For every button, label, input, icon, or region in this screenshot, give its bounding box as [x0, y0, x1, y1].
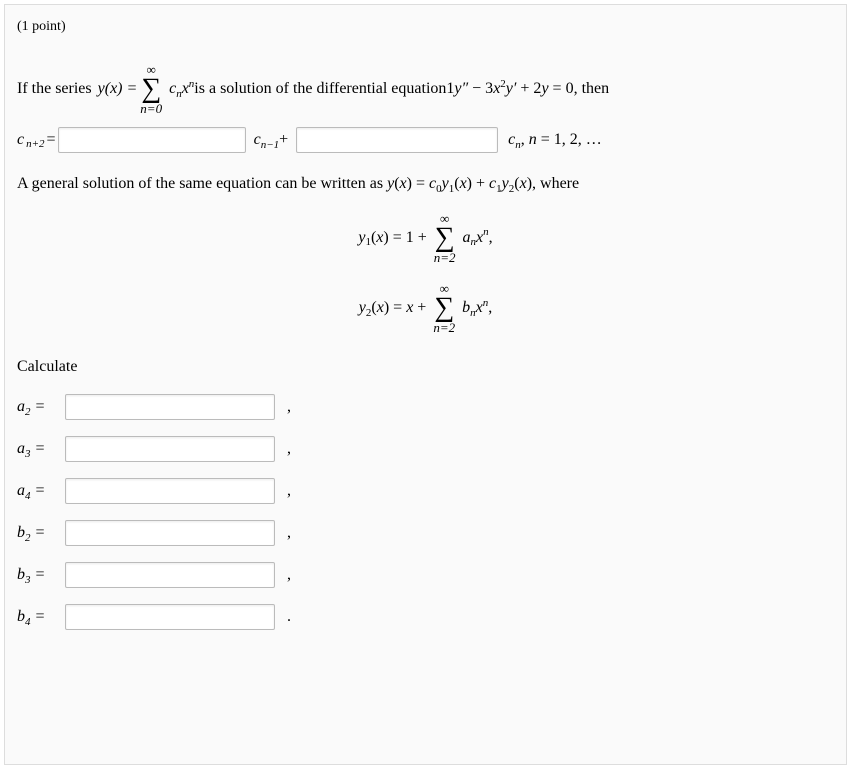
input-a4[interactable]	[65, 478, 275, 504]
sum-symbol: ∞ ∑ n=0	[140, 63, 162, 115]
suffix-b2: ,	[287, 524, 291, 542]
sum-bottom: n=0	[140, 102, 162, 115]
recurrence-input-2[interactable]	[296, 127, 498, 153]
label-a4: a4 =	[17, 482, 57, 500]
suffix-a4: ,	[287, 482, 291, 500]
sigma-icon: ∑	[141, 76, 161, 101]
row-a2: a2 = ,	[17, 394, 834, 420]
row-a4: a4 = ,	[17, 478, 834, 504]
row-b4: b4 = .	[17, 604, 834, 630]
recurrence-input-1[interactable]	[58, 127, 246, 153]
input-b4[interactable]	[65, 604, 275, 630]
label-a3: a3 =	[17, 440, 57, 458]
recurrence-line: cn+2 = cn−1+ cn, n = 1, 2, …	[17, 127, 834, 153]
series-lhs: y(x) =	[98, 78, 138, 100]
label-b2: b2 =	[17, 524, 57, 542]
intro-mid: is a solution of the differential equati…	[194, 78, 446, 100]
intro-suffix: , then	[574, 78, 610, 100]
intro-prefix: If the series	[17, 78, 92, 100]
label-b3: b3 =	[17, 566, 57, 584]
rec-plus: +	[279, 131, 288, 148]
sum-bot-y1: n=2	[434, 251, 456, 264]
input-b2[interactable]	[65, 520, 275, 546]
points-header: (1 point)	[17, 19, 834, 35]
label-b4: b4 =	[17, 608, 57, 626]
rec-lhs-c: c	[17, 131, 24, 149]
sigma-icon: ∑	[435, 225, 455, 250]
gensol-suffix: , where	[532, 175, 579, 192]
row-b3: b3 = ,	[17, 562, 834, 588]
suffix-b3: ,	[287, 566, 291, 584]
input-a3[interactable]	[65, 436, 275, 462]
rec-end-sub: n	[515, 139, 521, 151]
suffix-a2: ,	[287, 398, 291, 416]
y1-equation: y1(x) = 1 + ∞ ∑ n=2 anxn,	[17, 212, 834, 264]
general-solution-line: A general solution of the same equation …	[17, 173, 834, 195]
input-b3[interactable]	[65, 562, 275, 588]
intro-line: If the series y(x) = ∞ ∑ n=0 cnxn is a s…	[17, 63, 834, 115]
rec-mid-c: c	[254, 131, 261, 148]
suffix-b4: .	[287, 608, 291, 626]
rec-equals: =	[47, 131, 56, 149]
suffix-a3: ,	[287, 440, 291, 458]
row-a3: a3 = ,	[17, 436, 834, 462]
sum-symbol-y1: ∞ ∑ n=2	[434, 212, 456, 264]
y2-equation: y2(x) = x + ∞ ∑ n=2 bnxn,	[17, 282, 834, 334]
gensol-eq: y(x) = c0y1(x) + c1y2(x)	[387, 175, 532, 192]
label-a2: a2 =	[17, 398, 57, 416]
row-b2: b2 = ,	[17, 520, 834, 546]
c-sub: n	[176, 88, 182, 100]
sigma-icon: ∑	[434, 295, 454, 320]
rec-lhs-sub: n+2	[26, 138, 44, 150]
input-a2[interactable]	[65, 394, 275, 420]
sum-bot-y2: n=2	[433, 321, 455, 334]
calculate-label: Calculate	[17, 356, 834, 378]
x-var: x	[182, 80, 189, 97]
de-equation: 1y″ − 3x2y′ + 2y = 0	[446, 78, 573, 100]
problem-container: (1 point) If the series y(x) = ∞ ∑ n=0 c…	[4, 4, 847, 765]
calculate-section: Calculate a2 = , a3 = , a4 = , b2 = , b3…	[17, 356, 834, 630]
sum-symbol-y2: ∞ ∑ n=2	[433, 282, 455, 334]
rec-end-text: , n = 1, 2, …	[521, 131, 602, 148]
rec-mid-sub: n−1	[261, 139, 279, 151]
gensol-prefix: A general solution of the same equation …	[17, 175, 387, 192]
x-sup: n	[189, 78, 195, 90]
